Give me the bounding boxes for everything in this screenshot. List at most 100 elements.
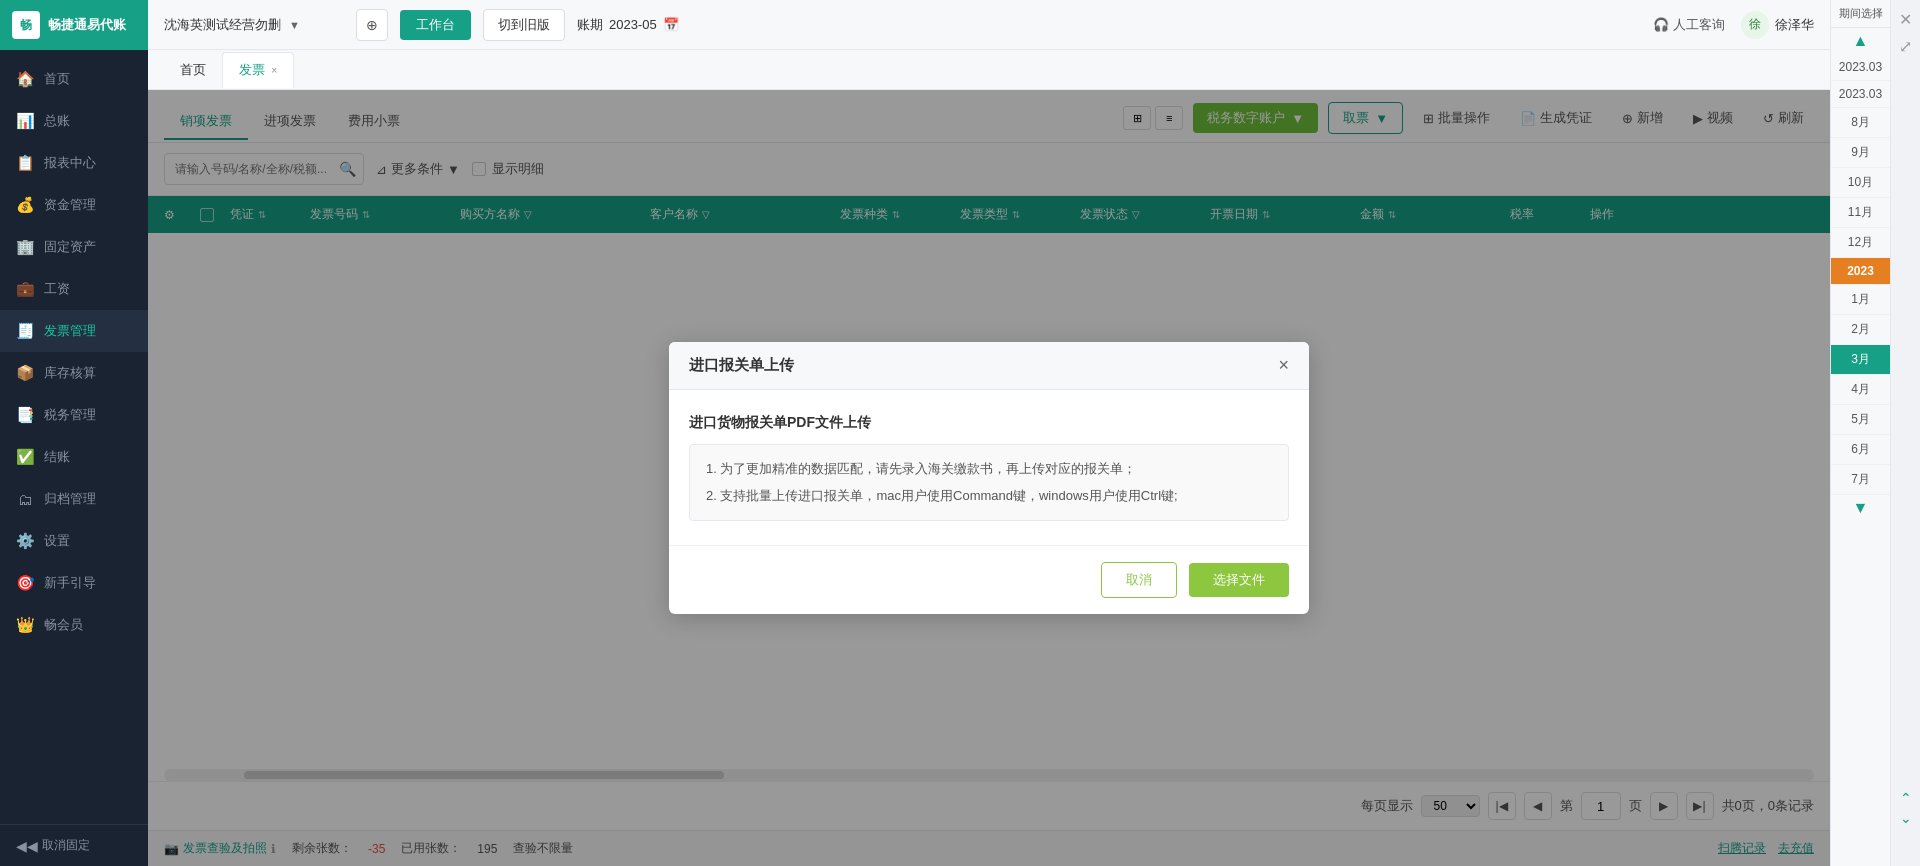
page-tabs: 首页 发票 × — [148, 50, 1830, 90]
sidebar-item-ledger[interactable]: 📊 总账 — [0, 100, 148, 142]
service-icon: 🎧 — [1653, 17, 1669, 32]
tax-icon: 📑 — [16, 406, 34, 424]
collapse-arrow-up[interactable]: ⌃ — [1900, 790, 1912, 806]
customer-service-button[interactable]: 🎧 人工客询 — [1653, 16, 1725, 34]
finance-icon: 💰 — [16, 196, 34, 214]
period-item-3month[interactable]: 3月 — [1831, 345, 1890, 375]
workspace-button[interactable]: 工作台 — [400, 10, 471, 40]
period-item-10month[interactable]: 10月 — [1831, 168, 1890, 198]
upload-notes: 1. 为了更加精准的数据匹配，请先录入海关缴款书，再上传对应的报关单； 2. 支… — [689, 444, 1289, 522]
company-action-icon[interactable]: ⊕ — [356, 9, 388, 41]
sidebar-item-label: 工资 — [44, 280, 70, 298]
tab-invoice[interactable]: 发票 × — [222, 52, 294, 88]
sidebar-item-label: 新手引导 — [44, 574, 96, 592]
user-info[interactable]: 徐 徐泽华 — [1741, 11, 1814, 39]
period-item-7month[interactable]: 7月 — [1831, 465, 1890, 495]
ledger-icon: 📊 — [16, 112, 34, 130]
period-up-button[interactable]: ▲ — [1831, 28, 1890, 54]
period-item-6month[interactable]: 6月 — [1831, 435, 1890, 465]
sidebar-item-close[interactable]: ✅ 结账 — [0, 436, 148, 478]
company-selector[interactable]: 沈海英测试经营勿删 ▼ — [164, 16, 344, 34]
sidebar-item-inventory[interactable]: 📦 库存核算 — [0, 352, 148, 394]
sidebar-item-label: 设置 — [44, 532, 70, 550]
import-customs-modal: 进口报关单上传 × 进口货物报关单PDF文件上传 1. 为了更加精准的数据匹配，… — [669, 342, 1309, 615]
period-item-9month[interactable]: 9月 — [1831, 138, 1890, 168]
modal-header: 进口报关单上传 × — [669, 342, 1309, 390]
chevron-down-icon: ▼ — [289, 19, 300, 31]
close-account-icon: ✅ — [16, 448, 34, 466]
upload-note-1: 1. 为了更加精准的数据匹配，请先录入海关缴款书，再上传对应的报关单； — [706, 459, 1272, 480]
tab-home[interactable]: 首页 — [164, 53, 222, 87]
upload-section-title: 进口货物报关单PDF文件上传 — [689, 414, 1289, 432]
sidebar-item-reports[interactable]: 📋 报表中心 — [0, 142, 148, 184]
modal-overlay: 进口报关单上传 × 进口货物报关单PDF文件上传 1. 为了更加精准的数据匹配，… — [148, 90, 1830, 866]
period-item-1month[interactable]: 1月 — [1831, 285, 1890, 315]
reports-icon: 📋 — [16, 154, 34, 172]
period-panel-title: 期间选择 — [1831, 0, 1890, 28]
user-name: 徐泽华 — [1775, 16, 1814, 34]
upload-note-2: 2. 支持批量上传进口报关单，mac用户使用Command键，windows用户… — [706, 486, 1272, 507]
home-tab-label: 首页 — [180, 61, 206, 79]
period-item-8month[interactable]: 8月 — [1831, 108, 1890, 138]
switch-version-button[interactable]: 切到旧版 — [483, 9, 565, 41]
sidebar: 畅 畅捷通易代账 🏠 首页 📊 总账 📋 报表中心 💰 资金管理 🏢 固定资产 … — [0, 0, 148, 866]
modal-body: 进口货物报关单PDF文件上传 1. 为了更加精准的数据匹配，请先录入海关缴款书，… — [669, 390, 1309, 546]
content-area: 销项发票 进项发票 费用小票 ⊞ ≡ 税务数字账户 ▼ 取票 ▼ — [148, 90, 1830, 866]
app-logo: 畅 畅捷通易代账 — [0, 0, 148, 50]
period-item-4month[interactable]: 4月 — [1831, 375, 1890, 405]
unpin-label: 取消固定 — [42, 837, 90, 854]
sidebar-item-label: 固定资产 — [44, 238, 96, 256]
collapse-arrow-down[interactable]: ⌄ — [1900, 810, 1912, 826]
panel-arrows: ⌃ ⌄ — [1900, 790, 1912, 826]
close-right-panel-button[interactable]: ✕ — [1899, 10, 1912, 29]
sidebar-item-label: 结账 — [44, 448, 70, 466]
sidebar-item-label: 库存核算 — [44, 364, 96, 382]
period-down-button[interactable]: ▼ — [1831, 495, 1890, 521]
period-item-11month[interactable]: 11月 — [1831, 198, 1890, 228]
period-item-2month[interactable]: 2月 — [1831, 315, 1890, 345]
sidebar-item-label: 资金管理 — [44, 196, 96, 214]
sidebar-item-assets[interactable]: 🏢 固定资产 — [0, 226, 148, 268]
avatar: 徐 — [1741, 11, 1769, 39]
inventory-icon: 📦 — [16, 364, 34, 382]
calendar-icon[interactable]: 📅 — [663, 17, 679, 32]
sidebar-nav: 🏠 首页 📊 总账 📋 报表中心 💰 资金管理 🏢 固定资产 💼 工资 🧾 发票… — [0, 50, 148, 824]
modal-cancel-button[interactable]: 取消 — [1101, 562, 1177, 598]
modal-select-file-button[interactable]: 选择文件 — [1189, 563, 1289, 597]
sidebar-item-settings[interactable]: ⚙️ 设置 — [0, 520, 148, 562]
sidebar-item-finance[interactable]: 💰 资金管理 — [0, 184, 148, 226]
header-right: 🎧 人工客询 徐 徐泽华 — [1653, 11, 1814, 39]
sidebar-item-salary[interactable]: 💼 工资 — [0, 268, 148, 310]
assets-icon: 🏢 — [16, 238, 34, 256]
modal-close-button[interactable]: × — [1278, 356, 1289, 374]
sidebar-item-label: 畅会员 — [44, 616, 83, 634]
sidebar-item-label: 报表中心 — [44, 154, 96, 172]
right-toggle-panel: ✕ ⤢ ⌃ ⌄ — [1890, 0, 1920, 866]
sidebar-item-member[interactable]: 👑 畅会员 — [0, 604, 148, 646]
period-item-1[interactable]: 2023.03 — [1831, 81, 1890, 108]
period-item-year2023[interactable]: 2023 — [1831, 258, 1890, 285]
period-item-5month[interactable]: 5月 — [1831, 405, 1890, 435]
app-name: 畅捷通易代账 — [48, 16, 126, 34]
expand-icon[interactable]: ⤢ — [1899, 37, 1912, 56]
sidebar-footer-unpin[interactable]: ◀◀ 取消固定 — [0, 824, 148, 866]
sidebar-item-home[interactable]: 🏠 首页 — [0, 58, 148, 100]
period-value: 2023-05 — [609, 17, 657, 32]
sidebar-item-label: 首页 — [44, 70, 70, 88]
modal-footer: 取消 选择文件 — [669, 545, 1309, 614]
sidebar-item-invoice[interactable]: 🧾 发票管理 — [0, 310, 148, 352]
main-content: 沈海英测试经营勿删 ▼ ⊕ 工作台 切到旧版 账期 2023-05 📅 🎧 人工… — [148, 0, 1830, 866]
sidebar-item-guide[interactable]: 🎯 新手引导 — [0, 562, 148, 604]
sidebar-item-archive[interactable]: 🗂 归档管理 — [0, 478, 148, 520]
modal-title: 进口报关单上传 — [689, 356, 794, 375]
period-item-12month[interactable]: 12月 — [1831, 228, 1890, 258]
logo-icon: 畅 — [12, 11, 40, 39]
sidebar-item-label: 税务管理 — [44, 406, 96, 424]
invoice-tab-label: 发票 — [239, 61, 265, 79]
sidebar-item-label: 发票管理 — [44, 322, 96, 340]
settings-icon: ⚙️ — [16, 532, 34, 550]
close-tab-icon[interactable]: × — [271, 64, 277, 76]
sidebar-item-label: 归档管理 — [44, 490, 96, 508]
sidebar-item-tax[interactable]: 📑 税务管理 — [0, 394, 148, 436]
period-item-0[interactable]: 2023.03 — [1831, 54, 1890, 81]
